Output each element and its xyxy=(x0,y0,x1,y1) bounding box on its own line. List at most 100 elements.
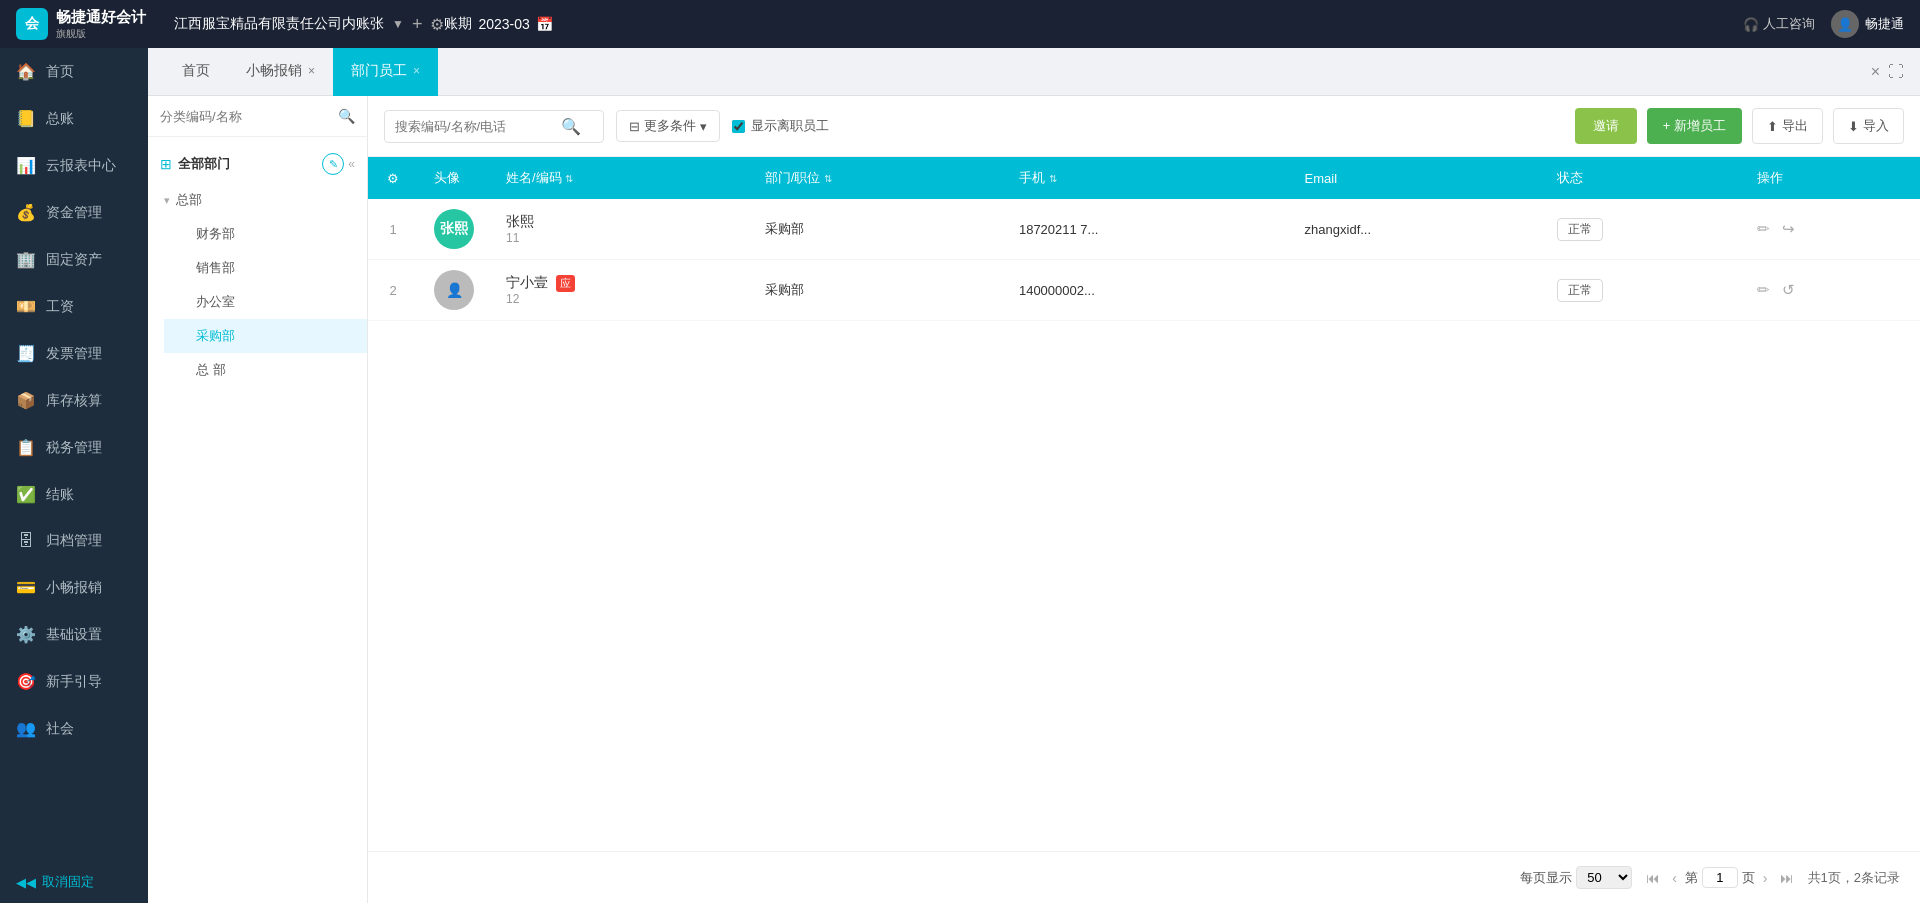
assets-icon: 🏢 xyxy=(16,250,36,269)
close-tab-button[interactable]: × xyxy=(1871,63,1880,81)
dept-item-office[interactable]: 办公室 xyxy=(164,285,367,319)
maximize-tab-button[interactable]: ⛶ xyxy=(1888,63,1904,81)
tab-bar-actions: × ⛶ xyxy=(1871,63,1904,81)
reset-employee-icon[interactable]: ↺ xyxy=(1782,281,1795,299)
sidebar-label: 结账 xyxy=(46,486,74,504)
col-dept[interactable]: 部门/职位 ⇅ xyxy=(749,157,1003,199)
reports-icon: 📊 xyxy=(16,156,36,175)
department-panel: 🔍 ⊞ 全部部门 ✎ « ▾ xyxy=(148,96,368,903)
close-tab-dept-icon[interactable]: × xyxy=(413,64,420,78)
page-input[interactable] xyxy=(1702,867,1738,888)
add-employee-button[interactable]: + 新增员工 xyxy=(1647,108,1742,144)
company-name: 江西服宝精品有限责任公司内账张 xyxy=(174,15,384,33)
avatar: 👤 xyxy=(1831,10,1859,38)
total-records: 共1页，2条记录 xyxy=(1808,869,1900,887)
tab-department[interactable]: 部门员工 × xyxy=(333,48,438,96)
collapse-tree-button[interactable]: « xyxy=(348,153,355,175)
dept-item-hq[interactable]: ▾ 总部 xyxy=(148,183,367,217)
actions-cell: ✏ ↺ xyxy=(1741,260,1920,321)
import-button[interactable]: ⬇ 导入 xyxy=(1833,108,1904,144)
status-badge: 正常 xyxy=(1557,279,1603,302)
page-nav: ⏮ ‹ 第 页 › ⏭ xyxy=(1642,866,1797,890)
sidebar-item-social[interactable]: 👥 社会 xyxy=(0,705,148,752)
sidebar-item-expense[interactable]: 💳 小畅报销 xyxy=(0,564,148,611)
avatar-cell: 张熙 xyxy=(418,199,490,260)
show-resigned-checkbox[interactable] xyxy=(732,120,745,133)
ai-consult-button[interactable]: 🎧 人工咨询 xyxy=(1743,15,1815,33)
company-dropdown-icon[interactable]: ▼ xyxy=(392,17,404,31)
tab-home[interactable]: 首页 xyxy=(164,48,228,96)
export-icon: ⬆ xyxy=(1767,119,1778,134)
edit-dept-button[interactable]: ✎ xyxy=(322,153,344,175)
export-button[interactable]: ⬆ 导出 xyxy=(1752,108,1823,144)
sidebar-item-ledger[interactable]: 📒 总账 xyxy=(0,95,148,142)
employee-avatar: 张熙 xyxy=(434,209,474,249)
add-company-icon[interactable]: + xyxy=(412,14,423,35)
close-tab-expense-icon[interactable]: × xyxy=(308,64,315,78)
invite-button[interactable]: 邀请 xyxy=(1575,108,1637,144)
sidebar-item-reports[interactable]: 📊 云报表中心 xyxy=(0,142,148,189)
sidebar-item-close[interactable]: ✅ 结账 xyxy=(0,471,148,518)
expand-icon: ▾ xyxy=(164,194,170,207)
dept-actions: ✎ « xyxy=(322,153,355,175)
sidebar-item-archive[interactable]: 🗄 归档管理 xyxy=(0,518,148,564)
sidebar-item-funds[interactable]: 💰 资金管理 xyxy=(0,189,148,236)
sidebar-item-assets[interactable]: 🏢 固定资产 xyxy=(0,236,148,283)
sidebar-item-invoice[interactable]: 🧾 发票管理 xyxy=(0,330,148,377)
action-icons: ✏ ↺ xyxy=(1757,281,1904,299)
cancel-fixed-button[interactable]: ◀◀ 取消固定 xyxy=(0,861,148,903)
employee-search-area[interactable]: 🔍 xyxy=(384,110,604,143)
header-actions: 🎧 人工咨询 👤 畅捷通 xyxy=(1743,10,1904,38)
sidebar-item-tax[interactable]: 📋 税务管理 xyxy=(0,424,148,471)
col-phone[interactable]: 手机 ⇅ xyxy=(1003,157,1289,199)
prev-page-button[interactable]: ‹ xyxy=(1668,866,1681,890)
employee-search-input[interactable] xyxy=(395,119,555,134)
sidebar-item-salary[interactable]: 💴 工资 xyxy=(0,283,148,330)
logo-area: 会 畅捷通好会计 旗舰版 xyxy=(16,8,164,41)
dept-item-procurement[interactable]: 采购部 xyxy=(164,319,367,353)
dept-search-input[interactable] xyxy=(160,109,330,124)
sidebar-item-inventory[interactable]: 📦 库存核算 xyxy=(0,377,148,424)
dept-search-icon[interactable]: 🔍 xyxy=(338,108,355,124)
status-cell: 正常 xyxy=(1541,199,1741,260)
settings-icon[interactable]: ⚙ xyxy=(430,15,444,34)
calendar-icon[interactable]: 📅 xyxy=(536,16,553,32)
page-size-select[interactable]: 20 50 100 xyxy=(1576,866,1632,889)
dept-item-general[interactable]: 总 部 xyxy=(164,353,367,387)
pin-icon: ◀◀ xyxy=(16,875,36,890)
col-name[interactable]: 姓名/编码 ⇅ xyxy=(490,157,749,199)
app-sub: 旗舰版 xyxy=(56,27,146,41)
page-content: 🔍 ⊞ 全部部门 ✎ « ▾ xyxy=(148,96,1920,903)
sidebar-label: 小畅报销 xyxy=(46,579,102,597)
edit-employee-icon[interactable]: ✏ xyxy=(1757,220,1770,238)
tab-expense[interactable]: 小畅报销 × xyxy=(228,48,333,96)
avatar-cell: 👤 xyxy=(418,260,490,321)
search-icon[interactable]: 🔍 xyxy=(561,117,581,136)
all-dept-header[interactable]: ⊞ 全部部门 ✎ « xyxy=(148,145,367,183)
col-status: 状态 xyxy=(1541,157,1741,199)
home-icon: 🏠 xyxy=(16,62,36,81)
dept-item-sales[interactable]: 销售部 xyxy=(164,251,367,285)
dept-item-finance[interactable]: 财务部 xyxy=(164,217,367,251)
row-num: 1 xyxy=(368,199,418,260)
phone-cell: 140000002... xyxy=(1003,260,1289,321)
col-actions: 操作 xyxy=(1741,157,1920,199)
sidebar-item-settings[interactable]: ⚙️ 基础设置 xyxy=(0,611,148,658)
col-settings[interactable]: ⚙ xyxy=(368,157,418,199)
employee-toolbar: 🔍 ⊟ 更多条件 ▾ 显示离职员工 邀请 + 新增员工 xyxy=(368,96,1920,157)
sidebar-item-home[interactable]: 🏠 首页 xyxy=(0,48,148,95)
actions-cell: ✏ ↪ xyxy=(1741,199,1920,260)
edit-employee-icon[interactable]: ✏ xyxy=(1757,281,1770,299)
app-name: 畅捷通好会计 xyxy=(56,8,146,25)
page-size-area: 每页显示 20 50 100 xyxy=(1520,866,1632,889)
expense-icon: 💳 xyxy=(16,578,36,597)
delete-employee-icon[interactable]: ↪ xyxy=(1782,220,1795,238)
sidebar-item-guide[interactable]: 🎯 新手引导 xyxy=(0,658,148,705)
status-cell: 正常 xyxy=(1541,260,1741,321)
last-page-button[interactable]: ⏭ xyxy=(1776,866,1798,890)
next-page-button[interactable]: › xyxy=(1759,866,1772,890)
more-filter-button[interactable]: ⊟ 更多条件 ▾ xyxy=(616,110,720,142)
company-selector[interactable]: 江西服宝精品有限责任公司内账张 ▼ + ⚙ xyxy=(174,14,444,35)
first-page-button[interactable]: ⏮ xyxy=(1642,866,1664,890)
col-avatar: 头像 xyxy=(418,157,490,199)
